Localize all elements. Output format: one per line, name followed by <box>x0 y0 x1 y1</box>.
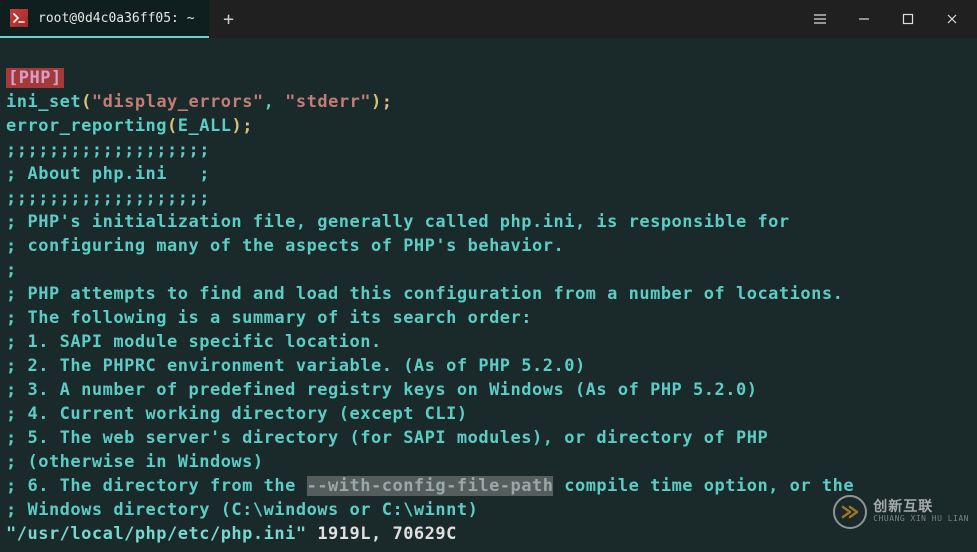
comment-line: ; The following is a summary of its sear… <box>6 308 532 328</box>
comment-line: ; (otherwise in Windows) <box>6 452 264 472</box>
window-controls <box>799 0 977 38</box>
comment-line: ; 4. Current working directory (except C… <box>6 404 468 424</box>
comment-line: ; 1. SAPI module specific location. <box>6 332 382 352</box>
vim-status-info: 1919L, 70629C <box>317 524 457 544</box>
comment-line: ; Windows directory (C:\windows or C:\wi… <box>6 500 478 520</box>
titlebar: root@0d4c0a36ff05: ~ + <box>0 0 977 38</box>
comment-line: ; 2. The PHPRC environment variable. (As… <box>6 356 586 376</box>
php-section-tag: [PHP] <box>6 68 64 88</box>
comment-line: ;;;;;;;;;;;;;;;;;;; <box>6 140 210 160</box>
comment-line: ; 6. The directory from the <box>6 476 307 496</box>
new-tab-button[interactable]: + <box>209 0 249 38</box>
comment-line: ; 5. The web server's directory (for SAP… <box>6 428 768 448</box>
minimize-button[interactable] <box>843 0 885 38</box>
highlighted-text: --with-config-file-path <box>307 476 554 496</box>
terminal-tab[interactable]: root@0d4c0a36ff05: ~ <box>0 0 209 38</box>
watermark-text-pinyin: CHUANG XIN HU LIAN <box>873 515 969 524</box>
terminal-output[interactable]: [PHP] ini_set("display_errors", "stderr"… <box>0 38 977 552</box>
watermark: 创新互联 CHUANG XIN HU LIAN <box>833 495 969 529</box>
comment-line: ; 3. A number of predefined registry key… <box>6 380 757 400</box>
watermark-logo-icon <box>833 495 867 529</box>
terminal-icon <box>10 9 28 27</box>
comment-line: ; PHP attempts to find and load this con… <box>6 284 843 304</box>
watermark-text-cn: 创新互联 <box>873 500 969 515</box>
comment-line: ; PHP's initialization file, generally c… <box>6 212 790 232</box>
close-button[interactable] <box>931 0 973 38</box>
menu-button[interactable] <box>799 0 841 38</box>
comment-line: ; About php.ini ; <box>6 164 210 184</box>
vim-status-filename: "/usr/local/php/etc/php.ini" <box>6 524 317 544</box>
comment-line: ;;;;;;;;;;;;;;;;;;; <box>6 188 210 208</box>
tab-title: root@0d4c0a36ff05: ~ <box>38 11 195 26</box>
comment-line: ; <box>6 260 17 280</box>
comment-line: ; configuring many of the aspects of PHP… <box>6 236 564 256</box>
maximize-button[interactable] <box>887 0 929 38</box>
